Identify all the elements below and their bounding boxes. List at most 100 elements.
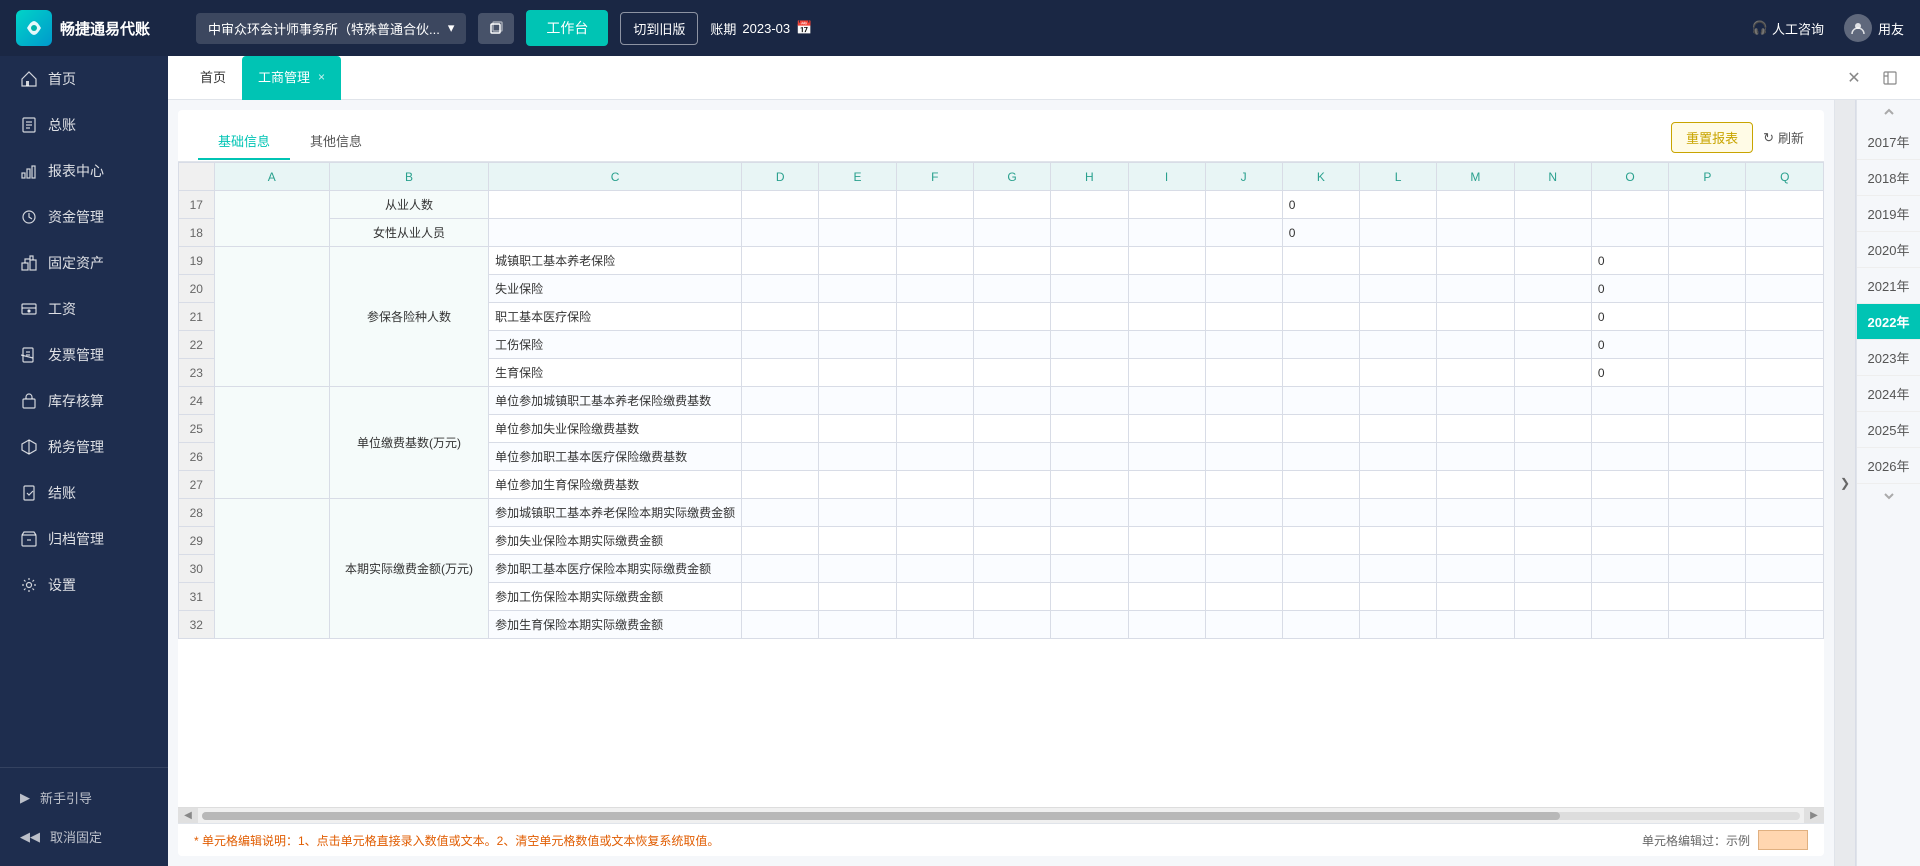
cell-b28[interactable]: 本期实际缴费金额(万元) (329, 499, 488, 639)
cell-m30[interactable] (1437, 555, 1514, 583)
cell-l28[interactable] (1360, 499, 1437, 527)
cell-e32[interactable] (819, 611, 896, 639)
tab-business[interactable]: 工商管理 × (242, 56, 341, 100)
cell-n26[interactable] (1514, 443, 1591, 471)
year-scroll-down-button[interactable] (1857, 484, 1920, 508)
cell-j23[interactable] (1205, 359, 1282, 387)
cell-j29[interactable] (1205, 527, 1282, 555)
cell-l31[interactable] (1360, 583, 1437, 611)
col-header-l[interactable]: L (1360, 163, 1437, 191)
cell-l18[interactable] (1360, 219, 1437, 247)
col-header-h[interactable]: H (1051, 163, 1128, 191)
cell-k22[interactable] (1282, 331, 1359, 359)
cell-c23[interactable]: 生育保险 (489, 359, 742, 387)
cell-d18[interactable] (742, 219, 819, 247)
cell-g24[interactable] (973, 387, 1050, 415)
cell-b24[interactable]: 单位缴费基数(万元) (329, 387, 488, 499)
cell-m32[interactable] (1437, 611, 1514, 639)
cell-f19[interactable] (896, 247, 973, 275)
cell-i25[interactable] (1128, 415, 1205, 443)
cell-q30[interactable] (1746, 555, 1824, 583)
cell-n24[interactable] (1514, 387, 1591, 415)
cell-g27[interactable] (973, 471, 1050, 499)
col-header-o[interactable]: O (1591, 163, 1668, 191)
cell-q22[interactable] (1746, 331, 1824, 359)
cell-q21[interactable] (1746, 303, 1824, 331)
cell-k21[interactable] (1282, 303, 1359, 331)
cell-q26[interactable] (1746, 443, 1824, 471)
cell-d32[interactable] (742, 611, 819, 639)
cell-m26[interactable] (1437, 443, 1514, 471)
year-item-2022[interactable]: 2022年 (1857, 304, 1920, 340)
scroll-right-button[interactable]: ▶ (1804, 808, 1824, 824)
cell-o20[interactable]: 0 (1591, 275, 1668, 303)
cell-n30[interactable] (1514, 555, 1591, 583)
col-header-f[interactable]: F (896, 163, 973, 191)
cell-g19[interactable] (973, 247, 1050, 275)
cell-e26[interactable] (819, 443, 896, 471)
col-header-n[interactable]: N (1514, 163, 1591, 191)
cell-i32[interactable] (1128, 611, 1205, 639)
cell-f18[interactable] (896, 219, 973, 247)
cell-q18[interactable] (1746, 219, 1824, 247)
cell-n27[interactable] (1514, 471, 1591, 499)
calendar-icon[interactable]: 📅 (796, 20, 812, 36)
cell-a19[interactable] (214, 247, 329, 387)
cell-k17[interactable]: 0 (1282, 191, 1359, 219)
cell-f20[interactable] (896, 275, 973, 303)
cell-h25[interactable] (1051, 415, 1128, 443)
cell-k25[interactable] (1282, 415, 1359, 443)
cell-j32[interactable] (1205, 611, 1282, 639)
cell-c20[interactable]: 失业保险 (489, 275, 742, 303)
cell-h17[interactable] (1051, 191, 1128, 219)
cell-o28[interactable] (1591, 499, 1668, 527)
year-item-2020[interactable]: 2020年 (1857, 232, 1920, 268)
cell-k30[interactable] (1282, 555, 1359, 583)
cell-f28[interactable] (896, 499, 973, 527)
cell-q32[interactable] (1746, 611, 1824, 639)
cell-d31[interactable] (742, 583, 819, 611)
cell-e19[interactable] (819, 247, 896, 275)
copy-button[interactable] (478, 13, 514, 44)
cell-p22[interactable] (1669, 331, 1746, 359)
cell-d24[interactable] (742, 387, 819, 415)
year-item-2018[interactable]: 2018年 (1857, 160, 1920, 196)
cell-q23[interactable] (1746, 359, 1824, 387)
tab-close-icon[interactable]: × (318, 70, 325, 84)
cell-g23[interactable] (973, 359, 1050, 387)
cell-m29[interactable] (1437, 527, 1514, 555)
col-header-d[interactable]: D (742, 163, 819, 191)
cell-m23[interactable] (1437, 359, 1514, 387)
cell-i30[interactable] (1128, 555, 1205, 583)
cell-d17[interactable] (742, 191, 819, 219)
cell-p17[interactable] (1669, 191, 1746, 219)
cell-e25[interactable] (819, 415, 896, 443)
cell-m19[interactable] (1437, 247, 1514, 275)
cell-k32[interactable] (1282, 611, 1359, 639)
cell-l21[interactable] (1360, 303, 1437, 331)
cell-q29[interactable] (1746, 527, 1824, 555)
cell-i23[interactable] (1128, 359, 1205, 387)
col-header-j[interactable]: J (1205, 163, 1282, 191)
cell-h30[interactable] (1051, 555, 1128, 583)
cell-f22[interactable] (896, 331, 973, 359)
cell-k18[interactable]: 0 (1282, 219, 1359, 247)
cell-o22[interactable]: 0 (1591, 331, 1668, 359)
cell-i18[interactable] (1128, 219, 1205, 247)
cell-m18[interactable] (1437, 219, 1514, 247)
cell-l32[interactable] (1360, 611, 1437, 639)
sidebar-item-home[interactable]: 首页 (0, 56, 168, 102)
cell-q17[interactable] (1746, 191, 1824, 219)
cell-n28[interactable] (1514, 499, 1591, 527)
scroll-track[interactable] (202, 812, 1800, 820)
cell-p25[interactable] (1669, 415, 1746, 443)
cell-f32[interactable] (896, 611, 973, 639)
cell-f29[interactable] (896, 527, 973, 555)
cell-o24[interactable] (1591, 387, 1668, 415)
cell-d27[interactable] (742, 471, 819, 499)
cell-f23[interactable] (896, 359, 973, 387)
cell-a24[interactable] (214, 387, 329, 499)
cell-m17[interactable] (1437, 191, 1514, 219)
cell-f30[interactable] (896, 555, 973, 583)
cell-q28[interactable] (1746, 499, 1824, 527)
